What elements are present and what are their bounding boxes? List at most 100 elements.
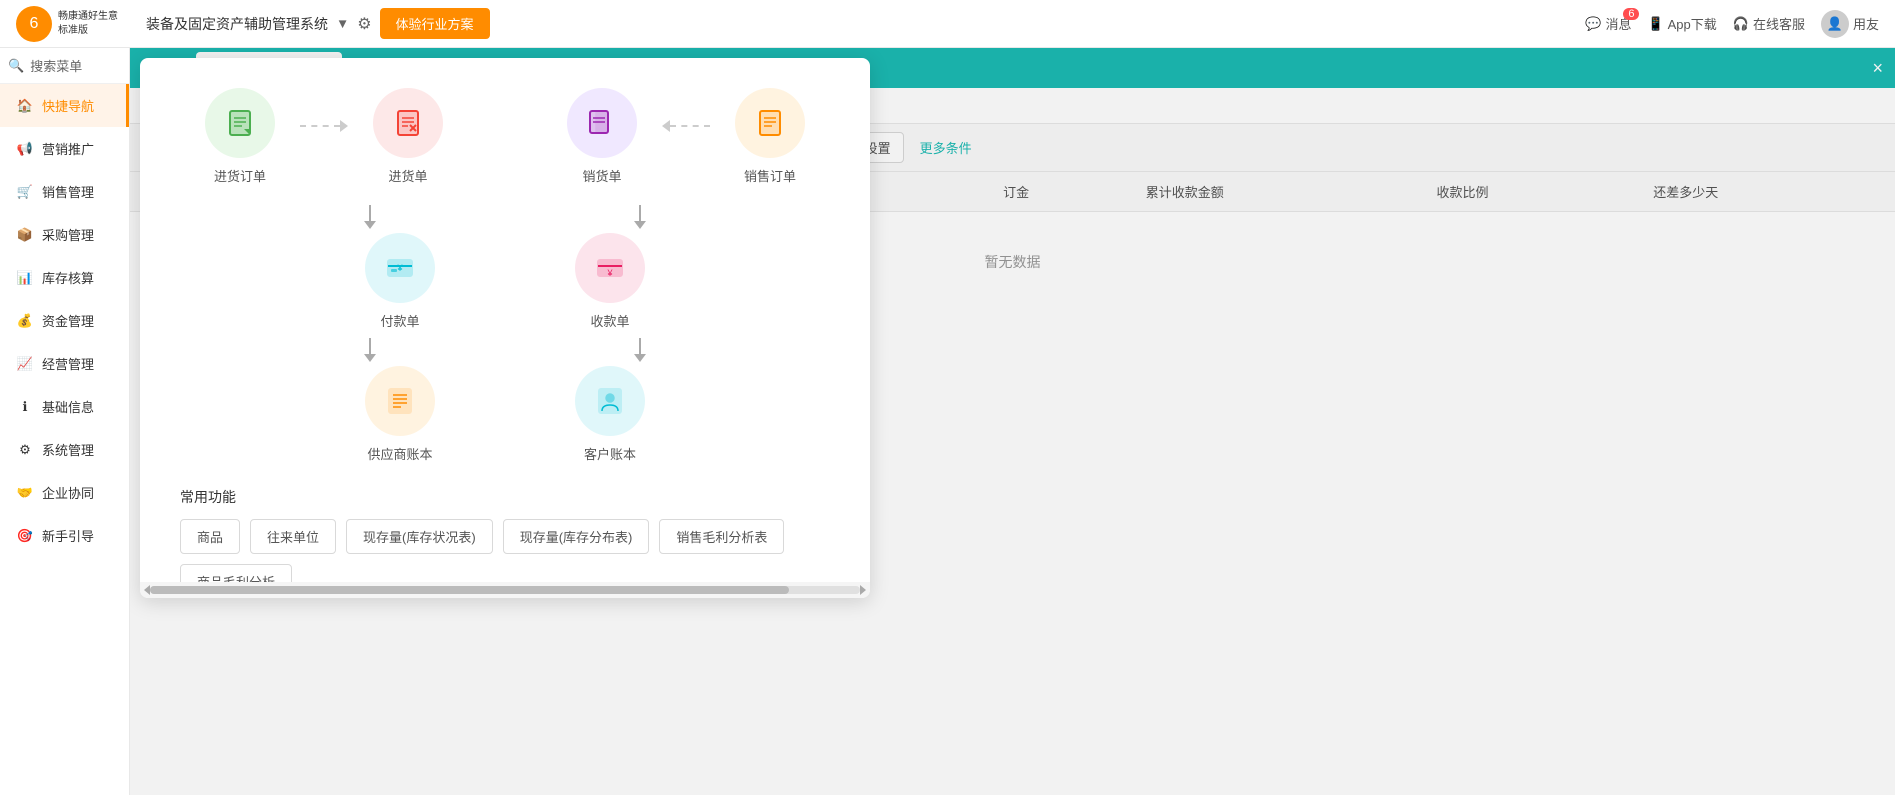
- flow-node-sales-order[interactable]: 销售订单: [710, 88, 830, 185]
- flow-right-group: 销货单: [542, 88, 830, 185]
- sales-order-circle[interactable]: [735, 88, 805, 158]
- settings-icon-button[interactable]: ⚙: [357, 14, 371, 34]
- system-name: 装备及固定资产辅助管理系统: [146, 14, 328, 34]
- finance-icon: 💰: [16, 312, 34, 330]
- operations-icon: 📈: [16, 355, 34, 373]
- system-icon: ⚙: [16, 441, 34, 459]
- info-icon: ℹ: [16, 398, 34, 416]
- logo-icon: 6: [16, 6, 52, 42]
- modal-overlay: 进货订单: [130, 48, 1895, 795]
- sidebar-item-basic-info[interactable]: ℹ 基础信息: [0, 385, 129, 428]
- inventory-icon: 📊: [16, 269, 34, 287]
- arrow-purchase-to-bill: [300, 120, 348, 132]
- system-title: 装备及固定资产辅助管理系统 ▼ ⚙ 体验行业方案: [146, 8, 1585, 39]
- flow-receipt-area: ¥ 收款单: [550, 233, 830, 330]
- app-download-button[interactable]: 📱 App下载: [1647, 14, 1716, 33]
- customer-ledger-label: 客户账本: [584, 444, 636, 463]
- flow-row-2: ¥ 付款单: [180, 233, 830, 330]
- flow-node-supplier-ledger[interactable]: 供应商账本: [340, 366, 460, 463]
- sidebar-item-enterprise[interactable]: 🤝 企业协同: [0, 471, 129, 514]
- logo-text: 畅康通好生意 标准版: [58, 10, 118, 38]
- receipt-circle[interactable]: ¥: [575, 233, 645, 303]
- purchase-bill-circle[interactable]: [373, 88, 443, 158]
- sidebar-item-newbie[interactable]: 🎯 新手引导: [0, 514, 129, 557]
- modal-scrollbar[interactable]: [140, 582, 870, 598]
- func-btn-stock-dist[interactable]: 现存量(库存分布表): [503, 519, 650, 554]
- enterprise-icon: 🤝: [16, 484, 34, 502]
- arrow-down-receipt: [605, 338, 675, 362]
- app-icon: 📱: [1647, 16, 1663, 32]
- sidebar: 🔍 搜索菜单 🏠 快捷导航 📢 营销推广 🛒 销售管理 📦 采购管理 📊: [0, 48, 130, 795]
- customer-ledger-circle[interactable]: [575, 366, 645, 436]
- func-btn-sales-margin[interactable]: 销售毛利分析表: [659, 519, 784, 554]
- marketing-icon: 📢: [16, 140, 34, 158]
- flow-row-3: 供应商账本: [180, 366, 830, 463]
- sidebar-item-finance[interactable]: 💰 资金管理: [0, 299, 129, 342]
- supplier-ledger-circle[interactable]: [365, 366, 435, 436]
- arrow-sales-order-to-bill: [662, 120, 710, 132]
- scroll-track[interactable]: [150, 586, 860, 594]
- message-button[interactable]: 💬 消息 6: [1585, 14, 1631, 33]
- home-icon: 🏠: [16, 97, 34, 115]
- scroll-thumb[interactable]: [150, 586, 789, 594]
- message-badge: 6: [1623, 8, 1639, 20]
- search-icon: 🔍: [8, 58, 24, 74]
- system-dropdown-button[interactable]: ▼: [336, 16, 349, 31]
- svg-text:¥: ¥: [396, 263, 403, 273]
- sales-bill-circle[interactable]: [567, 88, 637, 158]
- online-service-button[interactable]: 🎧 在线客服: [1733, 14, 1805, 33]
- top-bar: 6 畅康通好生意 标准版 装备及固定资产辅助管理系统 ▼ ⚙ 体验行业方案 💬 …: [0, 0, 1895, 48]
- receipt-label: 收款单: [590, 311, 629, 330]
- purchase-icon: 📦: [16, 226, 34, 244]
- app-container: 6 畅康通好生意 标准版 装备及固定资产辅助管理系统 ▼ ⚙ 体验行业方案 💬 …: [0, 0, 1895, 795]
- user-menu-button[interactable]: 👤 用友: [1821, 10, 1879, 38]
- message-icon: 💬: [1585, 16, 1601, 32]
- func-btn-product[interactable]: 商品: [180, 519, 240, 554]
- svg-text:¥: ¥: [606, 268, 613, 278]
- arrow-down-payment: [335, 338, 405, 362]
- sidebar-item-inventory[interactable]: 📊 库存核算: [0, 256, 129, 299]
- flow-node-customer-ledger[interactable]: 客户账本: [550, 366, 670, 463]
- main-area: 🔍 搜索菜单 🏠 快捷导航 📢 营销推广 🛒 销售管理 📦 采购管理 📊: [0, 48, 1895, 795]
- arrow-down-purchase: [335, 205, 405, 229]
- flow-row-1: 进货订单: [180, 88, 830, 185]
- sidebar-item-operations[interactable]: 📈 经营管理: [0, 342, 129, 385]
- flow-vertical-arrows: [180, 205, 830, 229]
- purchase-order-circle[interactable]: [205, 88, 275, 158]
- sidebar-item-sales[interactable]: 🛒 销售管理: [0, 170, 129, 213]
- sidebar-item-quick-nav[interactable]: 🏠 快捷导航: [0, 84, 129, 127]
- workflow-modal: 进货订单: [140, 58, 870, 598]
- user-avatar: 👤: [1821, 10, 1849, 38]
- arrow-down-sales: [605, 205, 675, 229]
- func-btn-stock-status[interactable]: 现存量(库存状况表): [346, 519, 493, 554]
- payment-label: 付款单: [380, 311, 419, 330]
- scroll-right-arrow[interactable]: [860, 585, 866, 595]
- sidebar-item-system[interactable]: ⚙ 系统管理: [0, 428, 129, 471]
- supplier-ledger-label: 供应商账本: [367, 444, 432, 463]
- newbie-icon: 🎯: [16, 527, 34, 545]
- flow-payment-area: ¥ 付款单: [180, 233, 460, 330]
- search-menu-button[interactable]: 🔍 搜索菜单: [0, 48, 129, 84]
- top-bar-right: 💬 消息 6 📱 App下载 🎧 在线客服 👤 用友: [1585, 10, 1879, 38]
- flow-node-purchase-bill[interactable]: 进货单: [348, 88, 468, 185]
- sales-order-label: 销售订单: [744, 166, 796, 185]
- common-func-title: 常用功能: [180, 487, 830, 507]
- sidebar-item-marketing[interactable]: 📢 营销推广: [0, 127, 129, 170]
- flow-vertical-arrows-2: [180, 338, 830, 362]
- sales-bill-label: 销货单: [582, 166, 621, 185]
- sidebar-item-purchase[interactable]: 📦 采购管理: [0, 213, 129, 256]
- content-area: 首页 销售订单执行表 × × ❓ 帮助: [130, 48, 1895, 795]
- purchase-bill-label: 进货单: [388, 166, 427, 185]
- try-industry-button[interactable]: 体验行业方案: [380, 8, 490, 39]
- service-icon: 🎧: [1733, 16, 1749, 32]
- flow-node-payment[interactable]: ¥ 付款单: [340, 233, 460, 330]
- flow-node-sales-bill[interactable]: 销货单: [542, 88, 662, 185]
- flow-node-purchase-order[interactable]: 进货订单: [180, 88, 300, 185]
- flow-left-group: 进货订单: [180, 88, 468, 185]
- logo-area: 6 畅康通好生意 标准版: [16, 6, 146, 42]
- payment-circle[interactable]: ¥: [365, 233, 435, 303]
- func-btn-counterpart[interactable]: 往来单位: [250, 519, 336, 554]
- purchase-order-label: 进货订单: [214, 166, 266, 185]
- flow-node-receipt[interactable]: ¥ 收款单: [550, 233, 670, 330]
- sales-icon: 🛒: [16, 183, 34, 201]
